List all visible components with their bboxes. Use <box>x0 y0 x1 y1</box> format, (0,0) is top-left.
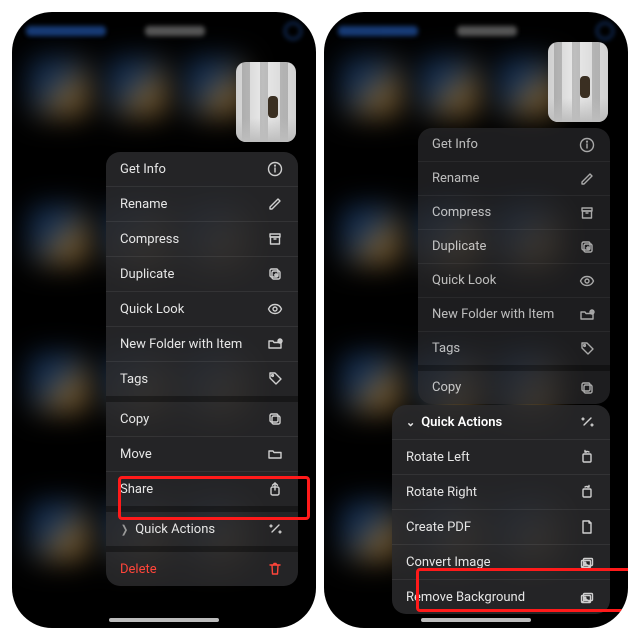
menu-label: Rotate Right <box>406 485 578 500</box>
submenu-item-rotate-left[interactable]: Rotate Left <box>392 439 610 474</box>
menu-item-compress[interactable]: Compress <box>106 221 298 256</box>
submenu-item-convert-image[interactable]: Convert Image <box>392 544 610 579</box>
menu-item-share[interactable]: Share <box>106 471 298 506</box>
menu-label: Remove Background <box>406 590 578 605</box>
selected-file-thumbnail[interactable] <box>548 42 608 122</box>
menu-label: Rename <box>432 171 578 186</box>
menu-item-compress[interactable]: Compress <box>418 195 610 229</box>
menu-item-quick-look[interactable]: Quick Look <box>418 263 610 297</box>
menu-label: Tags <box>120 372 266 387</box>
rotate-left-icon <box>578 448 596 466</box>
info-icon <box>266 160 284 178</box>
menu-label: Rotate Left <box>406 450 578 465</box>
menu-item-quick-look[interactable]: Quick Look <box>106 291 298 326</box>
menu-item-duplicate[interactable]: Duplicate <box>106 256 298 291</box>
archive-icon <box>266 230 284 248</box>
context-menu: Get Info Rename Compress Duplicate Quick… <box>418 128 610 404</box>
menu-item-new-folder[interactable]: New Folder with Item <box>106 326 298 361</box>
duplicate-icon <box>266 265 284 283</box>
menu-item-tags[interactable]: Tags <box>418 331 610 365</box>
menu-label: Compress <box>432 205 578 220</box>
submenu-item-rotate-right[interactable]: Rotate Right <box>392 474 610 509</box>
pencil-icon <box>266 195 284 213</box>
menu-item-rename[interactable]: Rename <box>106 186 298 221</box>
eye-icon <box>578 272 596 290</box>
archive-icon <box>578 204 596 222</box>
menu-label: Copy <box>120 412 266 427</box>
nav-bar <box>12 16 316 46</box>
menu-item-delete[interactable]: Delete <box>106 552 298 586</box>
ios-files-quickactions-sidebyside: Get Info Rename Compress Duplicate Quick… <box>0 0 640 640</box>
menu-item-copy[interactable]: Copy <box>106 402 298 436</box>
duplicate-icon <box>578 238 596 256</box>
menu-item-get-info[interactable]: Get Info <box>106 152 298 186</box>
images-icon <box>578 588 596 606</box>
rotate-right-icon <box>578 483 596 501</box>
menu-item-move[interactable]: Move <box>106 436 298 471</box>
pencil-icon <box>578 170 596 188</box>
menu-label: Duplicate <box>432 239 578 254</box>
chevron-right-icon: ❯ <box>121 523 128 536</box>
folder-plus-icon <box>266 335 284 353</box>
trash-icon <box>266 560 284 578</box>
menu-label: ❯Quick Actions <box>120 522 266 537</box>
menu-label: New Folder with Item <box>120 337 266 352</box>
menu-label: Move <box>120 447 266 462</box>
menu-label: Tags <box>432 341 578 356</box>
copy-icon <box>578 379 596 397</box>
screenshot-right: Get Info Rename Compress Duplicate Quick… <box>324 12 628 628</box>
context-menu: Get Info Rename Compress Duplicate Quick… <box>106 152 298 586</box>
quick-actions-submenu: ⌄Quick Actions Rotate Left Rotate Right … <box>392 405 610 614</box>
submenu-item-create-pdf[interactable]: Create PDF <box>392 509 610 544</box>
chevron-down-icon: ⌄ <box>406 416 415 429</box>
menu-label: Get Info <box>120 162 266 177</box>
menu-label: New Folder with Item <box>432 307 578 322</box>
menu-item-get-info[interactable]: Get Info <box>418 128 610 161</box>
move-folder-icon <box>266 445 284 463</box>
tag-icon <box>266 370 284 388</box>
tag-icon <box>578 340 596 358</box>
menu-label: Get Info <box>432 137 578 152</box>
menu-label: Compress <box>120 232 266 247</box>
menu-label: Share <box>120 482 266 497</box>
selected-file-thumbnail[interactable] <box>236 62 296 142</box>
menu-item-copy[interactable]: Copy <box>418 371 610 404</box>
menu-item-new-folder[interactable]: New Folder with Item <box>418 297 610 331</box>
menu-label: Quick Look <box>432 273 578 288</box>
menu-label: Duplicate <box>120 267 266 282</box>
menu-label: Rename <box>120 197 266 212</box>
menu-item-rename[interactable]: Rename <box>418 161 610 195</box>
submenu-item-remove-background[interactable]: Remove Background <box>392 579 610 614</box>
menu-label: Copy <box>432 380 578 395</box>
menu-item-quick-actions[interactable]: ❯Quick Actions <box>106 512 298 546</box>
copy-icon <box>266 410 284 428</box>
menu-item-duplicate[interactable]: Duplicate <box>418 229 610 263</box>
document-icon <box>578 518 596 536</box>
menu-label: ⌄Quick Actions <box>406 415 578 430</box>
home-indicator[interactable] <box>421 618 531 622</box>
share-icon <box>266 480 284 498</box>
eye-icon <box>266 300 284 318</box>
menu-label: Quick Look <box>120 302 266 317</box>
menu-item-tags[interactable]: Tags <box>106 361 298 396</box>
info-icon <box>578 136 596 154</box>
home-indicator[interactable] <box>109 618 219 622</box>
wand-icon <box>266 520 284 538</box>
wand-icon <box>578 413 596 431</box>
submenu-header-quick-actions[interactable]: ⌄Quick Actions <box>392 405 610 439</box>
folder-plus-icon <box>578 306 596 324</box>
menu-label: Create PDF <box>406 520 578 535</box>
menu-label: Delete <box>120 562 266 577</box>
menu-label: Convert Image <box>406 555 578 570</box>
screenshot-left: Get Info Rename Compress Duplicate Quick… <box>12 12 316 628</box>
images-icon <box>578 553 596 571</box>
